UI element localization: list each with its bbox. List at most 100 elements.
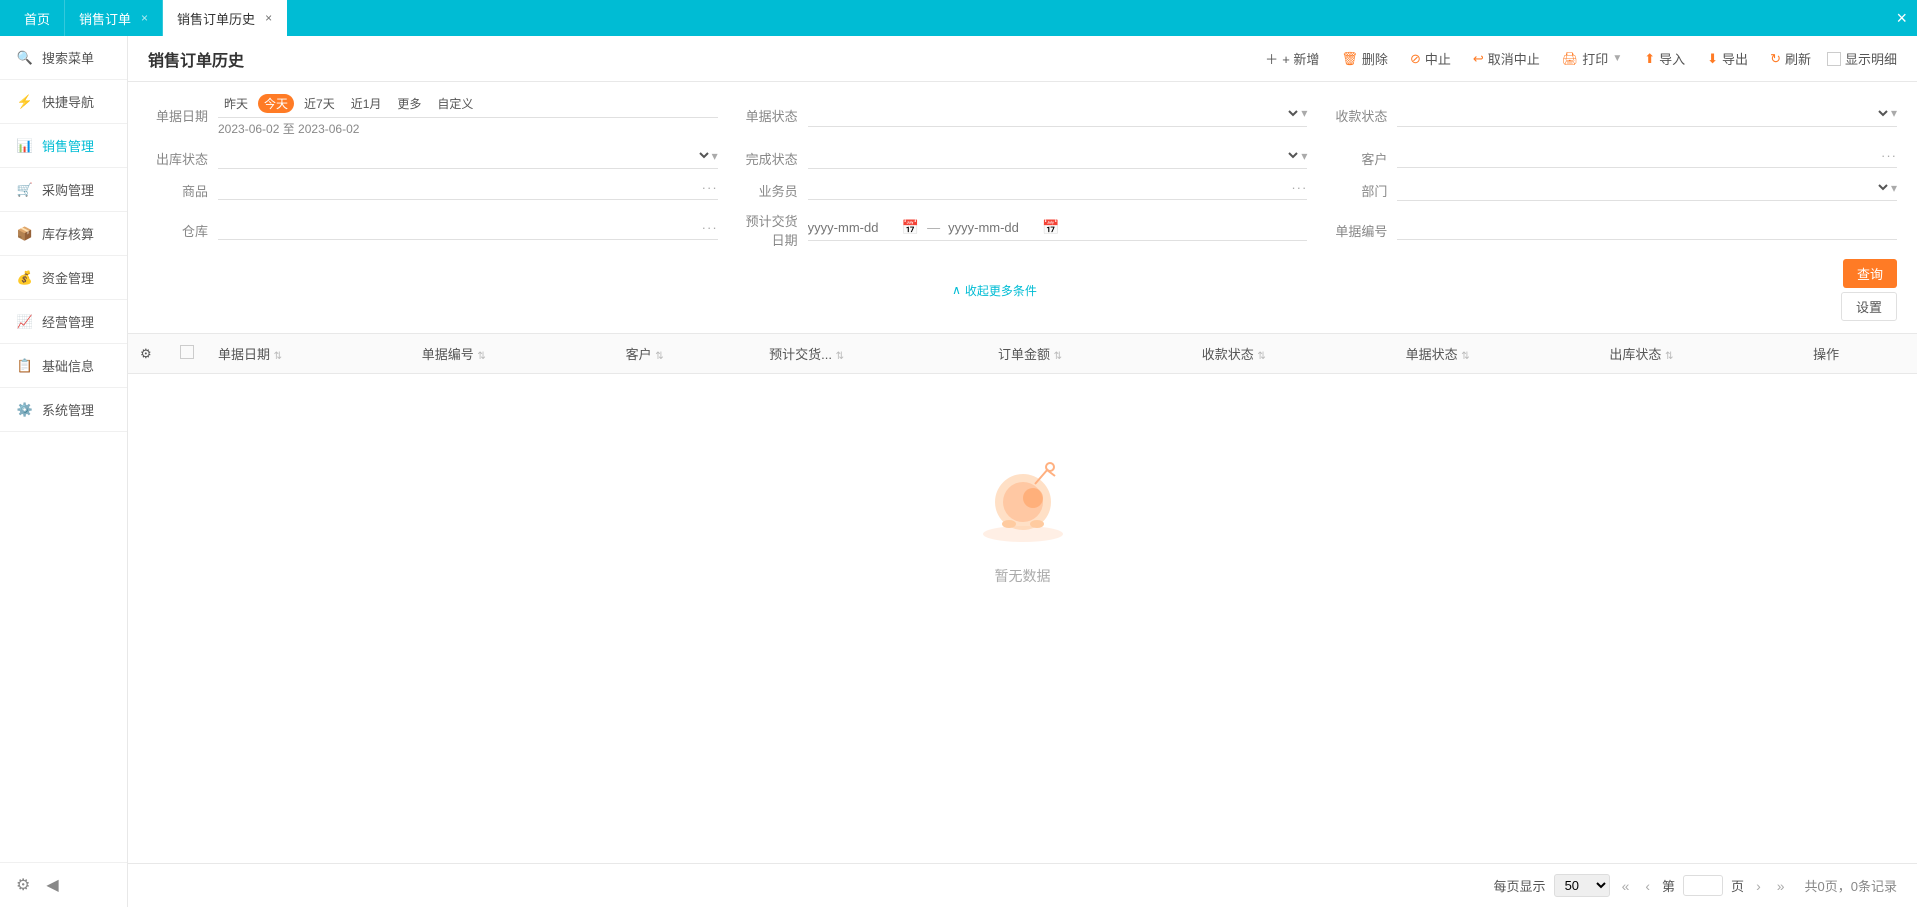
- last-page-button[interactable]: »: [1773, 876, 1789, 896]
- display-detail-toggle[interactable]: 显示明细: [1827, 49, 1897, 68]
- date-pills: 昨天 今天 近7天 近1月 更多 自定义: [218, 94, 479, 113]
- total-records: 共0页，0条记录: [1805, 876, 1897, 895]
- tab-sales-order-close[interactable]: ×: [141, 11, 148, 25]
- order-status-sort-icon[interactable]: ⇅: [1461, 351, 1469, 362]
- search-menu-icon: 🔍: [16, 49, 34, 67]
- sidebar-item-sales-mgmt[interactable]: 📊 销售管理: [0, 124, 127, 168]
- pagination: 每页显示 50 10 20 100 « ‹ 第 1 页 › » 共0页，0条记录: [128, 863, 1917, 907]
- toolbar-export-button[interactable]: ⬇ 导出: [1701, 46, 1754, 71]
- pill-today[interactable]: 今天: [258, 94, 294, 113]
- main-layout: 🔍 搜索菜单 ⚡ 快捷导航 📊 销售管理 🛒 采购管理 📦 库存核算 💰 资金管…: [0, 36, 1917, 907]
- sidebar-item-basic-info-label: 基础信息: [42, 356, 94, 375]
- sidebar-item-ops-mgmt[interactable]: 📈 经营管理: [0, 300, 127, 344]
- tab-sales-order-history-close[interactable]: ×: [265, 11, 272, 25]
- date-label: 单据日期: [148, 106, 218, 125]
- goods-more-icon[interactable]: ···: [702, 180, 718, 195]
- toolbar-print-button[interactable]: 🖨 打印 ▼: [1556, 46, 1628, 71]
- date-filter-group: 昨天 今天 近7天 近1月 更多 自定义 2023-06-02 至 2023-0…: [218, 94, 718, 137]
- window-close-button[interactable]: ×: [1896, 8, 1907, 29]
- toolbar-cancel-stop-button[interactable]: ↩ 取消中止: [1467, 46, 1546, 71]
- complete-status-chevron-icon: ▾: [1301, 149, 1307, 163]
- settings-button[interactable]: 设置: [1841, 292, 1897, 321]
- complete-status-select[interactable]: [808, 147, 1302, 164]
- th-doc-no: 单据编号 ⇅: [410, 334, 614, 374]
- salesperson-input[interactable]: [808, 180, 1292, 195]
- toolbar-new-button[interactable]: ＋ + 新增: [1259, 46, 1325, 71]
- docno-sort-icon[interactable]: ⇅: [477, 351, 485, 362]
- receipt-status-select[interactable]: [1397, 105, 1891, 122]
- sidebar-item-purchase-mgmt[interactable]: 🛒 采购管理: [0, 168, 127, 212]
- tab-sales-order-history[interactable]: 销售订单历史 ×: [163, 0, 287, 36]
- settings-gear-icon[interactable]: ⚙: [140, 346, 152, 361]
- customer-sort-icon[interactable]: ⇅: [655, 351, 663, 362]
- receipt-sort-icon[interactable]: ⇅: [1257, 351, 1265, 362]
- toolbar-delete-button[interactable]: 🗑 删除: [1335, 46, 1394, 71]
- print-icon: 🖨: [1562, 51, 1579, 67]
- dept-select[interactable]: [1397, 179, 1891, 196]
- sidebar-item-sys-mgmt[interactable]: ⚙️ 系统管理: [0, 388, 127, 432]
- delivery-date-sort-icon[interactable]: ⇅: [836, 351, 844, 362]
- prev-page-button[interactable]: ‹: [1641, 876, 1654, 896]
- end-calendar-icon[interactable]: 📅: [1042, 219, 1059, 236]
- delivery-status-select[interactable]: [218, 147, 712, 164]
- next-page-button[interactable]: ›: [1752, 876, 1765, 896]
- receipt-status-filter: ▾: [1397, 105, 1897, 127]
- sidebar-item-search-menu[interactable]: 🔍 搜索菜单: [0, 36, 127, 80]
- delivery-date-end[interactable]: [948, 220, 1038, 235]
- delete-icon: 🗑: [1341, 51, 1358, 67]
- start-calendar-icon[interactable]: 📅: [902, 219, 919, 236]
- customer-input[interactable]: [1397, 148, 1881, 163]
- first-page-button[interactable]: «: [1618, 876, 1634, 896]
- doc-no-label: 单据编号: [1327, 221, 1397, 240]
- sidebar-item-search-menu-label: 搜索菜单: [42, 48, 94, 67]
- sidebar-item-inventory-label: 库存核算: [42, 224, 94, 243]
- sidebar-collapse-icon[interactable]: ◀: [46, 875, 58, 895]
- display-detail-checkbox[interactable]: [1827, 52, 1841, 66]
- page-suffix: 页: [1731, 876, 1744, 895]
- customer-more-icon[interactable]: ···: [1881, 148, 1897, 163]
- sidebar-item-quick-nav[interactable]: ⚡ 快捷导航: [0, 80, 127, 124]
- tab-sales-order-history-label: 销售订单历史: [177, 9, 255, 28]
- doc-no-input[interactable]: [1397, 220, 1897, 235]
- collapse-button[interactable]: ∧ 收起更多条件: [952, 282, 1037, 299]
- tab-sales-order[interactable]: 销售订单 ×: [65, 0, 163, 36]
- sidebar-item-basic-info[interactable]: 📋 基础信息: [0, 344, 127, 388]
- pill-7days[interactable]: 近7天: [298, 94, 341, 113]
- toolbar-stop-button[interactable]: ⊘ 中止: [1404, 46, 1457, 71]
- delivery-status-chevron-icon: ▾: [712, 149, 718, 163]
- th-action: 操作: [1801, 334, 1917, 374]
- data-table: ⚙ 单据日期 ⇅ 单据编号 ⇅: [128, 334, 1917, 374]
- status-select[interactable]: [808, 105, 1302, 122]
- select-all-checkbox[interactable]: [180, 345, 194, 359]
- sidebar-settings-icon[interactable]: ⚙: [16, 875, 30, 895]
- pill-more[interactable]: 更多: [391, 94, 427, 113]
- tab-home[interactable]: 首页: [10, 0, 65, 36]
- toolbar-import-button[interactable]: ⬆ 导入: [1638, 46, 1691, 71]
- pill-yesterday[interactable]: 昨天: [218, 94, 254, 113]
- query-button[interactable]: 查询: [1843, 259, 1897, 288]
- date-sort-icon[interactable]: ⇅: [274, 351, 282, 362]
- salesperson-more-icon[interactable]: ···: [1291, 180, 1307, 195]
- empty-state: 暂无数据: [128, 374, 1917, 666]
- sidebar-item-fund-mgmt-label: 资金管理: [42, 268, 94, 287]
- toolbar-refresh-button[interactable]: ↻ 刷新: [1764, 46, 1817, 71]
- table-header-row: ⚙ 单据日期 ⇅ 单据编号 ⇅: [128, 334, 1917, 374]
- warehouse-more-icon[interactable]: ···: [702, 220, 718, 235]
- quick-nav-icon: ⚡: [16, 93, 34, 111]
- pill-custom[interactable]: 自定义: [431, 94, 479, 113]
- sidebar-item-fund-mgmt[interactable]: 💰 资金管理: [0, 256, 127, 300]
- sidebar-item-inventory[interactable]: 📦 库存核算: [0, 212, 127, 256]
- filter-row-4: 仓库 ··· 预计交货日期 📅 — 📅 单据编号: [148, 211, 1897, 249]
- sidebar-bottom: ⚙ ◀: [0, 862, 127, 907]
- amount-sort-icon[interactable]: ⇅: [1054, 351, 1062, 362]
- goods-input[interactable]: [218, 180, 702, 195]
- delivery-status-sort-icon[interactable]: ⇅: [1665, 351, 1673, 362]
- current-page-input[interactable]: 1: [1683, 875, 1723, 896]
- th-delivery-date: 预计交货... ⇅: [757, 334, 986, 374]
- page-label: 第: [1662, 876, 1675, 895]
- delivery-date-start[interactable]: [808, 220, 898, 235]
- page-size-select[interactable]: 50 10 20 100: [1554, 874, 1610, 897]
- salesperson-filter: ···: [808, 180, 1308, 200]
- warehouse-input[interactable]: [218, 220, 702, 235]
- pill-1month[interactable]: 近1月: [345, 94, 388, 113]
